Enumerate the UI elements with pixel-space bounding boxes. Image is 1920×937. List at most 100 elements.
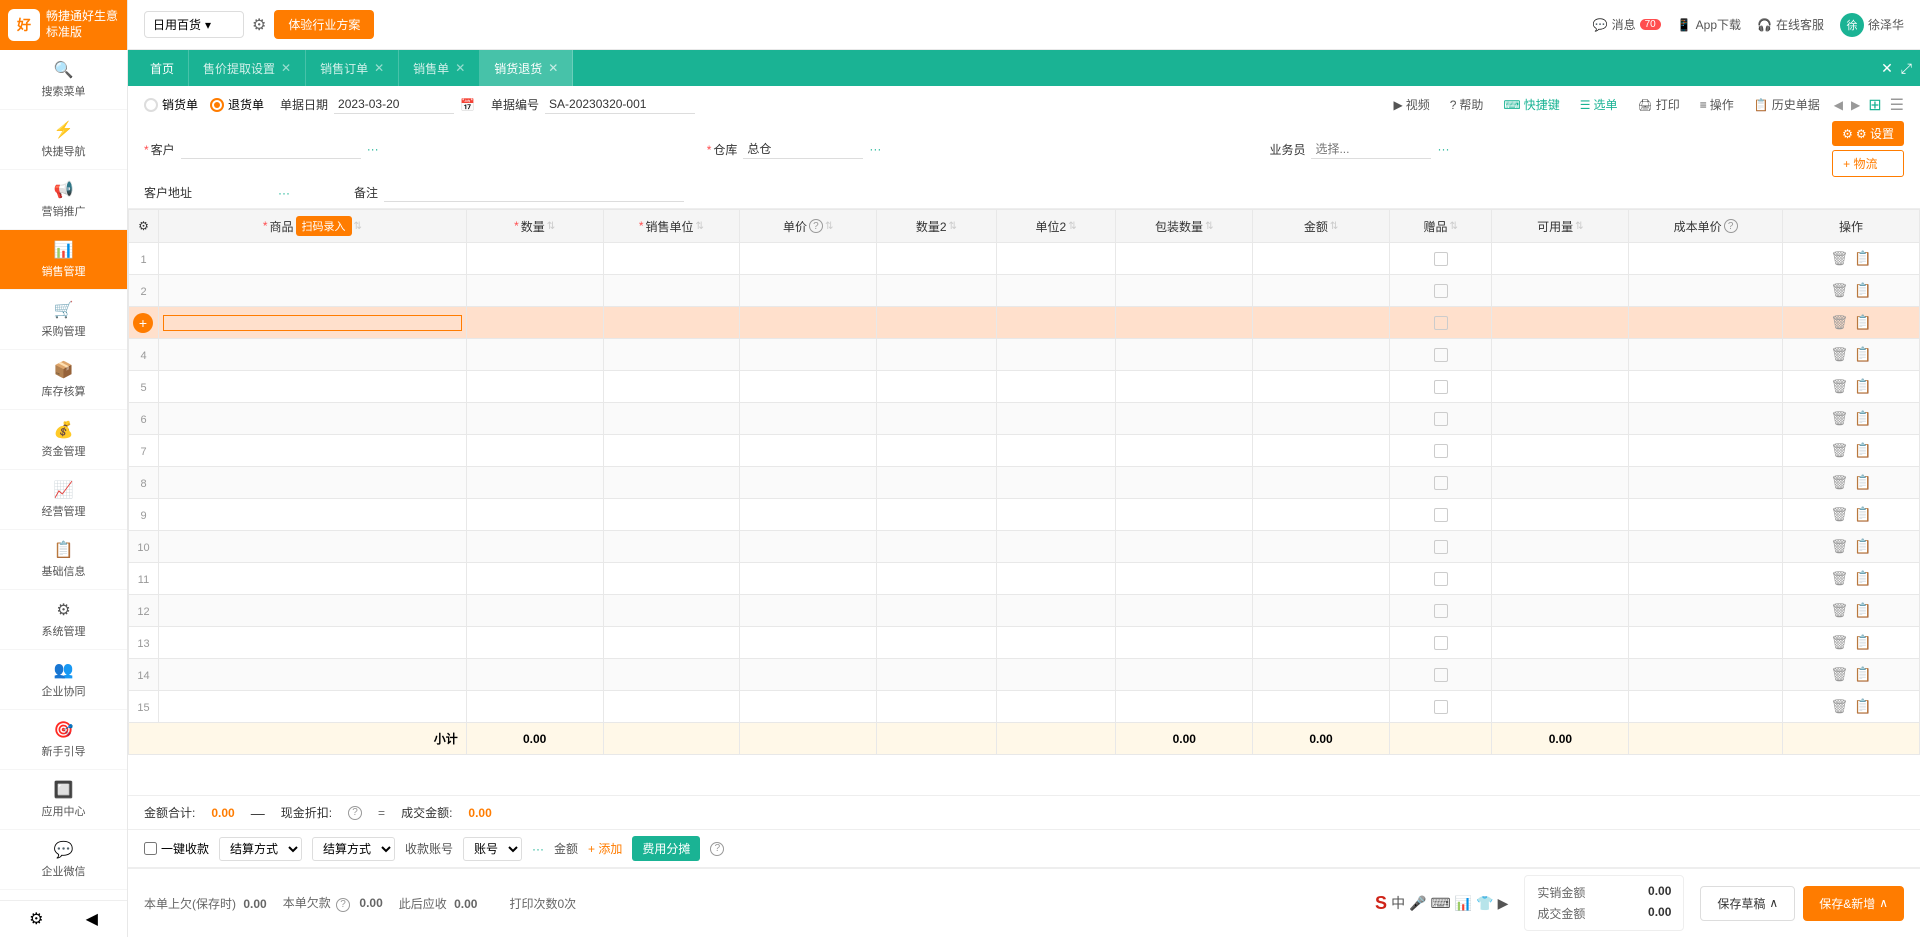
gift-checkbox[interactable] — [1434, 604, 1448, 618]
cost-price-cell[interactable] — [1629, 275, 1783, 307]
expense-help-icon[interactable]: ? — [710, 842, 724, 856]
staff-dots[interactable]: ··· — [1437, 142, 1449, 156]
tab-price-settings[interactable]: 售价提取设置 ✕ — [189, 50, 306, 86]
settings-quick-btn[interactable]: ⚙ ⚙ 设置 — [1832, 121, 1904, 146]
list-view-icon[interactable]: ☰ — [1890, 95, 1904, 115]
tab-return[interactable]: 销货退货 ✕ — [480, 50, 573, 86]
gift-checkbox[interactable] — [1434, 348, 1448, 362]
gift-checkbox[interactable] — [1434, 700, 1448, 714]
account-dots[interactable]: ··· — [532, 842, 544, 856]
gift-checkbox[interactable] — [1434, 412, 1448, 426]
table-scroll-area[interactable]: ⚙ * 商品 扫码录入 ⇅ — [128, 209, 1920, 795]
addr-dots[interactable]: ··· — [278, 186, 290, 200]
sales-unit-cell[interactable] — [603, 275, 740, 307]
toolbar-icon-3[interactable]: ⌨ — [1431, 895, 1451, 912]
gift-checkbox[interactable] — [1434, 252, 1448, 266]
pack-qty-cell[interactable] — [1116, 275, 1253, 307]
tab-close-icon[interactable]: ✕ — [281, 61, 291, 75]
delete-row-icon[interactable]: 🗑 — [1830, 378, 1848, 395]
gift-checkbox[interactable] — [1434, 316, 1448, 330]
delete-row-icon[interactable]: 🗑 — [1830, 346, 1848, 363]
expense-split-btn[interactable]: 费用分摊 — [632, 836, 700, 861]
tab-sales-order[interactable]: 销售订单 ✕ — [306, 50, 399, 86]
save-new-btn[interactable]: 保存&新增 ∧ — [1803, 886, 1904, 921]
toolbar-icon-6[interactable]: ▶ — [1498, 895, 1509, 912]
close-tab-btn[interactable]: ✕ — [1881, 60, 1893, 77]
gift-checkbox[interactable] — [1434, 636, 1448, 650]
available-cell[interactable] — [1492, 307, 1629, 339]
product-cell-active[interactable] — [159, 307, 467, 339]
logistics-btn[interactable]: + 物流 — [1832, 150, 1904, 177]
copy-row-icon[interactable]: 📋 — [1854, 346, 1871, 363]
copy-row-icon[interactable]: 📋 — [1854, 282, 1871, 299]
gift-checkbox[interactable] — [1434, 572, 1448, 586]
sidebar-item-search[interactable]: 🔍 搜索菜单 — [0, 50, 127, 110]
delete-row-icon[interactable]: 🗑 — [1830, 506, 1848, 523]
delete-row-icon[interactable]: 🗑 — [1830, 538, 1848, 555]
delete-row-icon[interactable]: 🗑 — [1830, 410, 1848, 427]
grid-view-icon[interactable]: ⊞ — [1868, 95, 1881, 115]
one-click-pay-check[interactable]: 一键收款 — [144, 840, 209, 857]
copy-row-icon[interactable]: 📋 — [1854, 474, 1871, 491]
delete-row-icon[interactable]: 🗑 — [1830, 442, 1848, 459]
unit-price-cell[interactable] — [740, 307, 877, 339]
unit2-cell[interactable] — [996, 243, 1116, 275]
copy-row-icon[interactable]: 📋 — [1854, 250, 1871, 267]
help-btn[interactable]: ? 帮助 — [1444, 94, 1490, 115]
operate-btn[interactable]: ≡ 操作 — [1694, 94, 1740, 115]
sidebar-item-enterprise[interactable]: 👥 企业协同 — [0, 650, 127, 710]
industry-selector[interactable]: 日用百货 ▾ — [144, 11, 244, 38]
doc-no-input[interactable] — [545, 95, 695, 114]
note-input[interactable] — [384, 183, 684, 202]
amount-cell[interactable] — [1253, 275, 1390, 307]
gift-checkbox[interactable] — [1434, 444, 1448, 458]
one-click-pay-checkbox[interactable] — [144, 842, 157, 855]
gift-checkbox[interactable] — [1434, 476, 1448, 490]
sidebar-item-operations[interactable]: 📈 经营管理 — [0, 470, 127, 530]
experience-btn[interactable]: 体验行业方案 — [274, 10, 374, 39]
delete-row-icon[interactable]: 🗑 — [1830, 474, 1848, 491]
toolbar-icon-2[interactable]: 🎤 — [1409, 895, 1426, 912]
gift-checkbox[interactable] — [1434, 540, 1448, 554]
sales-unit-cell[interactable] — [603, 243, 740, 275]
qty2-cell[interactable] — [877, 275, 997, 307]
print-btn[interactable]: 🖨 打印 — [1632, 94, 1686, 115]
topbar-settings-icon[interactable]: ⚙ — [252, 15, 266, 35]
cost-price-help-icon[interactable]: ? — [1724, 219, 1738, 233]
select-btn[interactable]: ☰ 选单 — [1574, 94, 1624, 115]
user-menu[interactable]: 徐 徐泽华 — [1840, 13, 1904, 37]
customer-input[interactable] — [181, 140, 361, 159]
sidebar-item-wechat[interactable]: 💬 企业微信 — [0, 830, 127, 890]
gift-checkbox[interactable] — [1434, 668, 1448, 682]
toolbar-icon-4[interactable]: 📊 — [1455, 895, 1472, 912]
available-cell[interactable] — [1492, 243, 1629, 275]
unit2-cell[interactable] — [996, 307, 1116, 339]
qty2-cell[interactable] — [877, 307, 997, 339]
sidebar-item-inventory[interactable]: 📦 库存核算 — [0, 350, 127, 410]
cost-price-cell[interactable] — [1629, 243, 1783, 275]
delete-row-icon[interactable]: 🗑 — [1830, 698, 1848, 715]
delete-row-icon[interactable]: 🗑 — [1830, 634, 1848, 651]
sidebar-item-member[interactable]: 👤 畅会员 — [0, 890, 127, 900]
sidebar-settings-icon[interactable]: ⚙ — [29, 909, 43, 929]
account-select[interactable]: 账号 — [463, 837, 522, 861]
available-cell[interactable] — [1492, 275, 1629, 307]
product-cell[interactable] — [159, 275, 467, 307]
sales-radio[interactable]: 销货单 — [144, 96, 198, 113]
copy-row-icon[interactable]: 📋 — [1854, 538, 1871, 555]
unit-price-cell[interactable] — [740, 243, 877, 275]
gift-checkbox[interactable] — [1434, 284, 1448, 298]
history-btn[interactable]: 📋 历史单据 — [1748, 94, 1826, 115]
sidebar-item-finance[interactable]: 💰 资金管理 — [0, 410, 127, 470]
calendar-icon[interactable]: 📅 — [460, 98, 475, 112]
gift-checkbox[interactable] — [1434, 380, 1448, 394]
toolbar-icon-1[interactable]: 中 — [1391, 893, 1405, 913]
staff-input[interactable] — [1311, 140, 1431, 159]
add-row-btn[interactable]: + — [133, 313, 153, 333]
calc-method-select[interactable]: 结算方式 — [219, 837, 302, 861]
copy-row-icon[interactable]: 📋 — [1854, 506, 1871, 523]
copy-row-icon[interactable]: 📋 — [1854, 634, 1871, 651]
sidebar-item-shortcuts[interactable]: ⚡ 快捷导航 — [0, 110, 127, 170]
date-input[interactable] — [334, 95, 454, 114]
unit-price-help-icon[interactable]: ? — [809, 219, 823, 233]
